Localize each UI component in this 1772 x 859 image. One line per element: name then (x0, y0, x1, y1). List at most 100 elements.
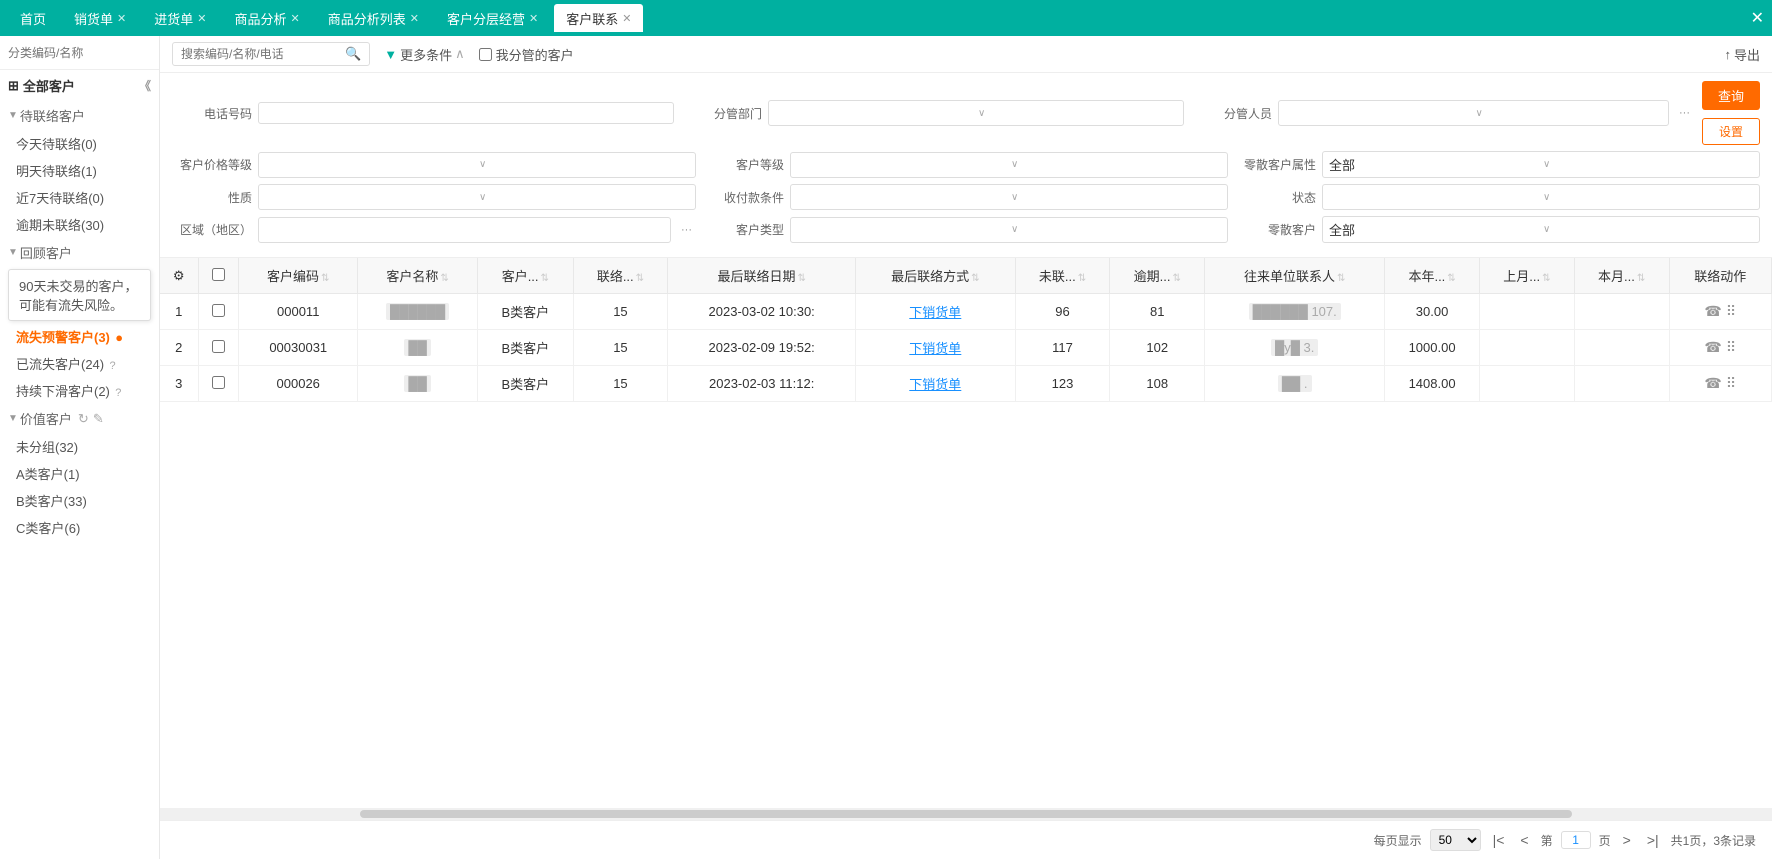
select-all-checkbox[interactable] (212, 268, 225, 281)
row-select-2[interactable] (212, 376, 225, 389)
first-page-btn[interactable]: |< (1489, 832, 1509, 848)
sidebar-item-c-class[interactable]: C类客户(6) (0, 514, 159, 541)
col-this-month[interactable]: 本月...⇅ (1574, 258, 1669, 294)
sort-overdue-icon[interactable]: ⇅ (1172, 273, 1180, 284)
sort-person-icon[interactable]: ⇅ (1337, 273, 1345, 284)
sidebar-item-churn-warning[interactable]: 流失预警客户(3) ● (0, 323, 159, 350)
question-icon2[interactable]: ? (115, 387, 121, 399)
sidebar-item-overdue[interactable]: 逾期未联络(30) (0, 211, 159, 238)
dept-select[interactable]: ∨ (768, 100, 1184, 126)
more-action-icon-1[interactable]: ⠿ (1726, 339, 1736, 356)
sidebar-section-pending[interactable]: ▼ 待联络客户 (0, 101, 159, 130)
nature-select[interactable]: ∨ (258, 184, 696, 210)
col-name[interactable]: 客户名称⇅ (358, 258, 478, 294)
sidebar-item-ungrouped[interactable]: 未分组(32) (0, 433, 159, 460)
col-overdue[interactable]: 逾期...⇅ (1110, 258, 1205, 294)
sort-year-icon[interactable]: ⇅ (1447, 273, 1455, 284)
settings-button[interactable]: 设置 (1702, 118, 1760, 145)
refresh-icon[interactable]: ↻ (78, 411, 89, 427)
col-contact-person[interactable]: 往来单位联系人⇅ (1205, 258, 1385, 294)
tab-analysis[interactable]: 商品分析 ✕ (222, 4, 311, 32)
tab-customer-contact[interactable]: 客户联系 ✕ (554, 4, 643, 32)
tab-customer-contact-close[interactable]: ✕ (622, 12, 631, 25)
my-customers-filter[interactable]: 我分管的客户 (479, 45, 574, 64)
scatter-attr-select[interactable]: 全部 ∨ (1322, 151, 1760, 178)
phone-input[interactable] (258, 102, 674, 124)
prev-page-btn[interactable]: < (1516, 832, 1532, 848)
sidebar-item-a-class[interactable]: A类客户(1) (0, 460, 159, 487)
sidebar-search-input[interactable] (8, 46, 160, 60)
sidebar-section-review[interactable]: ▼ 回顾客户 (0, 238, 159, 267)
search-input[interactable] (181, 47, 341, 61)
row-checkbox-2[interactable] (198, 366, 239, 402)
more-conditions-btn[interactable]: ▼ 更多条件 ∧ (378, 43, 470, 66)
sort-method-icon[interactable]: ⇅ (971, 273, 979, 284)
status-select[interactable]: ∨ (1322, 184, 1760, 210)
payment-select[interactable]: ∨ (790, 184, 1228, 210)
search-button-icon[interactable]: 🔍 (345, 46, 361, 62)
tab-sales-close[interactable]: ✕ (117, 12, 126, 25)
tab-analysis-close[interactable]: ✕ (291, 12, 300, 25)
sort-lmonth-icon[interactable]: ⇅ (1542, 273, 1550, 284)
more-action-icon-0[interactable]: ⠿ (1726, 303, 1736, 320)
tab-customer-segment[interactable]: 客户分层经营 ✕ (435, 4, 550, 32)
col-last-date[interactable]: 最后联络日期⇅ (668, 258, 856, 294)
question-icon[interactable]: ? (109, 360, 115, 372)
sort-contact-icon[interactable]: ⇅ (636, 273, 644, 284)
last-method-link-0[interactable]: 下销货单 (909, 305, 961, 320)
row-checkbox-1[interactable] (198, 330, 239, 366)
tab-purchase-close[interactable]: ✕ (197, 12, 206, 25)
scrollbar-thumb[interactable] (360, 810, 1572, 818)
sort-type-icon[interactable]: ⇅ (541, 273, 549, 284)
col-code[interactable]: 客户编码⇅ (239, 258, 358, 294)
export-button[interactable]: ↑ 导出 (1724, 45, 1760, 64)
last-page-btn[interactable]: >| (1643, 832, 1663, 848)
sidebar-item-churned[interactable]: 已流失客户(24) ? (0, 350, 159, 377)
row-select-1[interactable] (212, 340, 225, 353)
phone-action-icon-1[interactable]: ☎ (1704, 339, 1721, 356)
col-this-year[interactable]: 本年...⇅ (1385, 258, 1480, 294)
col-type[interactable]: 客户...⇅ (478, 258, 573, 294)
edit-icon[interactable]: ✎ (93, 411, 104, 427)
query-button[interactable]: 查询 (1702, 81, 1760, 110)
row-last-method-0[interactable]: 下销货单 (856, 294, 1016, 330)
row-last-method-2[interactable]: 下销货单 (856, 366, 1016, 402)
more-action-icon-2[interactable]: ⠿ (1726, 375, 1736, 392)
sort-tmonth-icon[interactable]: ⇅ (1637, 273, 1645, 284)
phone-action-icon-2[interactable]: ☎ (1704, 375, 1721, 392)
my-customers-checkbox[interactable] (479, 48, 492, 61)
scatter-customer-select[interactable]: 全部 ∨ (1322, 216, 1760, 243)
page-size-select[interactable]: 50 100 200 (1430, 829, 1481, 851)
phone-action-icon-0[interactable]: ☎ (1704, 303, 1721, 320)
col-settings[interactable]: ⚙ (160, 258, 198, 294)
sidebar-section-value[interactable]: ▼ 价值客户 ↻ ✎ (0, 404, 159, 433)
sort-uncontacted-icon[interactable]: ⇅ (1078, 273, 1086, 284)
row-checkbox-0[interactable] (198, 294, 239, 330)
tab-analysis-list-close[interactable]: ✕ (410, 12, 419, 25)
all-customers-header[interactable]: ⊞ 全部客户 《 (0, 70, 159, 101)
row-last-method-1[interactable]: 下销货单 (856, 330, 1016, 366)
tab-purchase[interactable]: 进货单 ✕ (142, 4, 218, 32)
customer-type-select[interactable]: ∨ (790, 217, 1228, 243)
last-method-link-2[interactable]: 下销货单 (909, 377, 961, 392)
manager-select[interactable]: ∨ (1278, 100, 1669, 126)
sidebar-item-b-class[interactable]: B类客户(33) (0, 487, 159, 514)
tab-sales[interactable]: 销货单 ✕ (62, 4, 138, 32)
sidebar-item-today[interactable]: 今天待联络(0) (0, 130, 159, 157)
col-contact[interactable]: 联络...⇅ (573, 258, 668, 294)
col-last-method[interactable]: 最后联络方式⇅ (856, 258, 1016, 294)
horizontal-scrollbar[interactable] (160, 808, 1772, 820)
sidebar-item-tomorrow[interactable]: 明天待联络(1) (0, 157, 159, 184)
region-select[interactable] (258, 217, 671, 243)
tab-customer-segment-close[interactable]: ✕ (529, 12, 538, 25)
tab-analysis-list[interactable]: 商品分析列表 ✕ (316, 4, 431, 32)
col-uncontacted[interactable]: 未联...⇅ (1015, 258, 1110, 294)
last-method-link-1[interactable]: 下销货单 (909, 341, 961, 356)
col-checkbox[interactable] (198, 258, 239, 294)
sort-date-icon[interactable]: ⇅ (797, 273, 805, 284)
collapse-icon[interactable]: 《 (139, 77, 151, 94)
sidebar-item-7days[interactable]: 近7天待联络(0) (0, 184, 159, 211)
page-number-input[interactable] (1561, 831, 1591, 849)
col-last-month[interactable]: 上月...⇅ (1479, 258, 1574, 294)
manager-more-icon[interactable]: ··· (1675, 107, 1694, 119)
